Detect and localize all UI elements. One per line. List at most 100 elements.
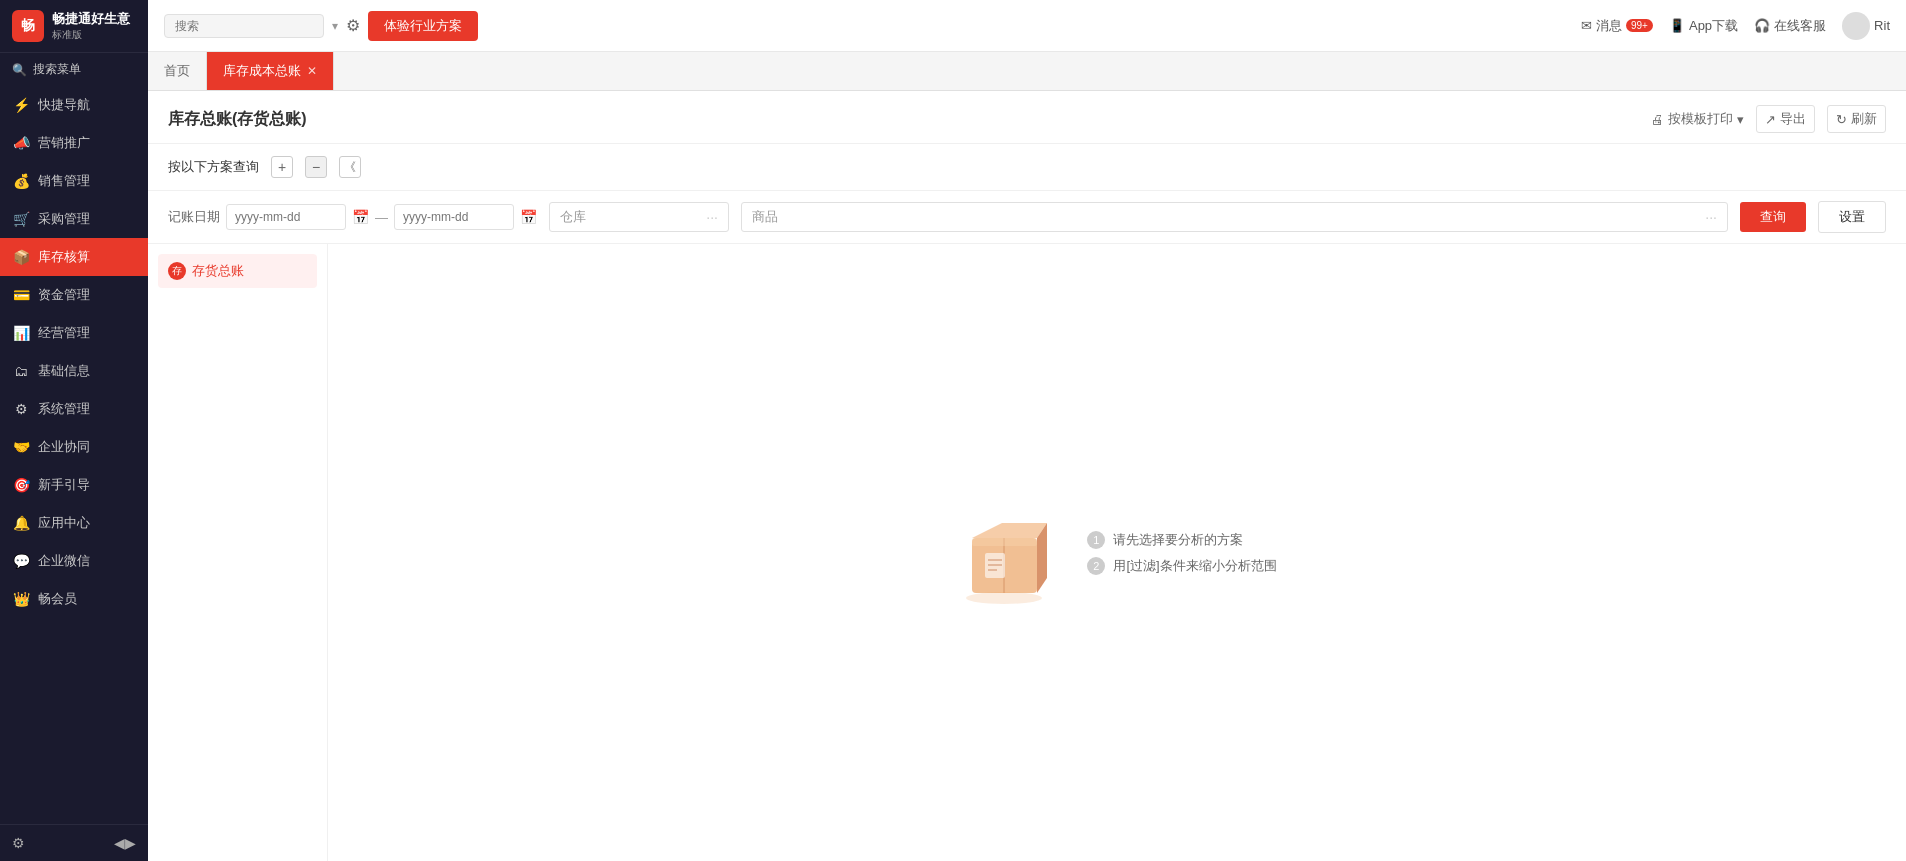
print-icon: 🖨 <box>1651 112 1664 127</box>
print-label: 按模板打印 <box>1668 110 1733 128</box>
guide-icon: 🎯 <box>12 476 30 494</box>
product-field[interactable]: 商品 ··· <box>741 202 1728 232</box>
product-more-icon: ··· <box>1705 209 1717 225</box>
app-name: 畅捷通好生意 <box>52 10 130 28</box>
nav-label: 销售管理 <box>38 172 90 190</box>
topbar-left: ▾ ⚙ 体验行业方案 <box>164 11 1571 41</box>
sidebar: 畅 畅捷通好生意 标准版 🔍 搜索菜单 ⚡ 快捷导航 📣 营销推广 💰 销售管理… <box>0 0 148 861</box>
step-1-text: 请先选择要分析的方案 <box>1113 531 1243 549</box>
sidebar-item-wechat[interactable]: 💬 企业微信 <box>0 542 148 580</box>
nav-label: 应用中心 <box>38 514 90 532</box>
sidebar-footer: ⚙ ◀▶ <box>0 824 148 861</box>
collapse-sidebar-icon[interactable]: ◀▶ <box>114 835 136 851</box>
tab-close-icon[interactable]: ✕ <box>307 64 317 78</box>
sidebar-search[interactable]: 🔍 搜索菜单 <box>0 53 148 86</box>
scheme-item-icon: 存 <box>168 262 186 280</box>
refresh-btn[interactable]: ↻ 刷新 <box>1827 105 1886 133</box>
settings-btn[interactable]: 设置 <box>1818 201 1886 233</box>
sidebar-item-purchase[interactable]: 🛒 采购管理 <box>0 200 148 238</box>
empty-step-2: 2 用[过滤]条件来缩小分析范围 <box>1087 557 1276 575</box>
filter-collapse-btn[interactable]: 《 <box>339 156 361 178</box>
date-start-input[interactable] <box>226 204 346 230</box>
industry-btn[interactable]: 体验行业方案 <box>368 11 478 41</box>
sidebar-item-operation[interactable]: 📊 经营管理 <box>0 314 148 352</box>
calendar-start-icon[interactable]: 📅 <box>352 209 369 225</box>
sidebar-item-sales[interactable]: 💰 销售管理 <box>0 162 148 200</box>
empty-illustration <box>957 503 1057 603</box>
export-btn[interactable]: ↗ 导出 <box>1756 105 1815 133</box>
sidebar-item-quick-nav[interactable]: ⚡ 快捷导航 <box>0 86 148 124</box>
nav-label: 新手引导 <box>38 476 90 494</box>
chevron-down-icon[interactable]: ▾ <box>332 19 338 33</box>
gear-icon[interactable]: ⚙ <box>346 16 360 35</box>
operation-icon: 📊 <box>12 324 30 342</box>
sidebar-nav: ⚡ 快捷导航 📣 营销推广 💰 销售管理 🛒 采购管理 📦 库存核算 💳 资金管… <box>0 86 148 824</box>
user-avatar-btn[interactable]: Rit <box>1842 12 1890 40</box>
page-title: 库存总账(存货总账) <box>168 109 307 130</box>
product-placeholder: 商品 <box>752 208 1699 226</box>
sidebar-item-system[interactable]: ⚙ 系统管理 <box>0 390 148 428</box>
message-icon: ✉ <box>1581 18 1592 33</box>
basic-icon: 🗂 <box>12 362 30 380</box>
query-btn[interactable]: 查询 <box>1740 202 1806 232</box>
export-icon: ↗ <box>1765 112 1776 127</box>
filter-add-btn[interactable]: + <box>271 156 293 178</box>
marketing-icon: 📣 <box>12 134 30 152</box>
logo-area: 畅 畅捷通好生意 标准版 <box>0 0 148 53</box>
headphone-icon: 🎧 <box>1754 18 1770 33</box>
quick-nav-icon: ⚡ <box>12 96 30 114</box>
sidebar-item-basic[interactable]: 🗂 基础信息 <box>0 352 148 390</box>
nav-label: 资金管理 <box>38 286 90 304</box>
scheme-sidebar: 存 存货总账 <box>148 244 328 861</box>
cooperation-icon: 🤝 <box>12 438 30 456</box>
phone-icon: 📱 <box>1669 18 1685 33</box>
sidebar-item-cooperation[interactable]: 🤝 企业协同 <box>0 428 148 466</box>
user-avatar <box>1842 12 1870 40</box>
page-area: 库存总账(存货总账) 🖨 按模板打印 ▾ ↗ 导出 ↻ 刷新 <box>148 91 1906 861</box>
scheme-item-inventory-ledger[interactable]: 存 存货总账 <box>158 254 317 288</box>
sales-icon: 💰 <box>12 172 30 190</box>
wechat-icon: 💬 <box>12 552 30 570</box>
message-badge: 99+ <box>1626 19 1653 32</box>
tab-home[interactable]: 首页 <box>148 52 207 90</box>
date-end-input[interactable] <box>394 204 514 230</box>
filter-remove-btn[interactable]: − <box>305 156 327 178</box>
search-label: 搜索菜单 <box>33 61 81 78</box>
nav-label: 基础信息 <box>38 362 90 380</box>
empty-box-svg <box>957 503 1067 613</box>
nav-label: 采购管理 <box>38 210 90 228</box>
panel-actions: 🖨 按模板打印 ▾ ↗ 导出 ↻ 刷新 <box>1651 105 1886 133</box>
chevron-down-icon: ▾ <box>1737 112 1744 127</box>
online-support-btn[interactable]: 🎧 在线客服 <box>1754 17 1826 35</box>
sidebar-item-member[interactable]: 👑 畅会员 <box>0 580 148 618</box>
nav-label: 企业协同 <box>38 438 90 456</box>
step-2-num: 2 <box>1087 557 1105 575</box>
purchase-icon: 🛒 <box>12 210 30 228</box>
user-name: Rit <box>1874 18 1890 33</box>
refresh-icon: ↻ <box>1836 112 1847 127</box>
settings-icon[interactable]: ⚙ <box>12 835 25 851</box>
calendar-end-icon[interactable]: 📅 <box>520 209 537 225</box>
app-download-btn[interactable]: 📱 App下载 <box>1669 17 1738 35</box>
nav-label: 经营管理 <box>38 324 90 342</box>
warehouse-field[interactable]: 仓库 ··· <box>549 202 729 232</box>
message-btn[interactable]: ✉ 消息 99+ <box>1581 17 1653 35</box>
date-field: 记账日期 📅 — 📅 <box>168 204 537 230</box>
print-btn[interactable]: 🖨 按模板打印 ▾ <box>1651 110 1744 128</box>
sidebar-item-guide[interactable]: 🎯 新手引导 <box>0 466 148 504</box>
empty-step-1: 1 请先选择要分析的方案 <box>1087 531 1276 549</box>
appstore-icon: 🔔 <box>12 514 30 532</box>
sidebar-item-marketing[interactable]: 📣 营销推广 <box>0 124 148 162</box>
member-icon: 👑 <box>12 590 30 608</box>
tab-inventory-ledger[interactable]: 库存成本总账 ✕ <box>207 52 334 90</box>
step-2-text: 用[过滤]条件来缩小分析范围 <box>1113 557 1276 575</box>
topbar-search-input[interactable] <box>164 14 324 38</box>
sidebar-item-appstore[interactable]: 🔔 应用中心 <box>0 504 148 542</box>
sidebar-item-inventory[interactable]: 📦 库存核算 <box>0 238 148 276</box>
sidebar-item-finance[interactable]: 💳 资金管理 <box>0 276 148 314</box>
nav-label: 畅会员 <box>38 590 77 608</box>
warehouse-more-icon: ··· <box>706 209 718 225</box>
topbar-right: ✉ 消息 99+ 📱 App下载 🎧 在线客服 Rit <box>1581 12 1890 40</box>
panel-header: 库存总账(存货总账) 🖨 按模板打印 ▾ ↗ 导出 ↻ 刷新 <box>148 91 1906 144</box>
step-1-num: 1 <box>1087 531 1105 549</box>
